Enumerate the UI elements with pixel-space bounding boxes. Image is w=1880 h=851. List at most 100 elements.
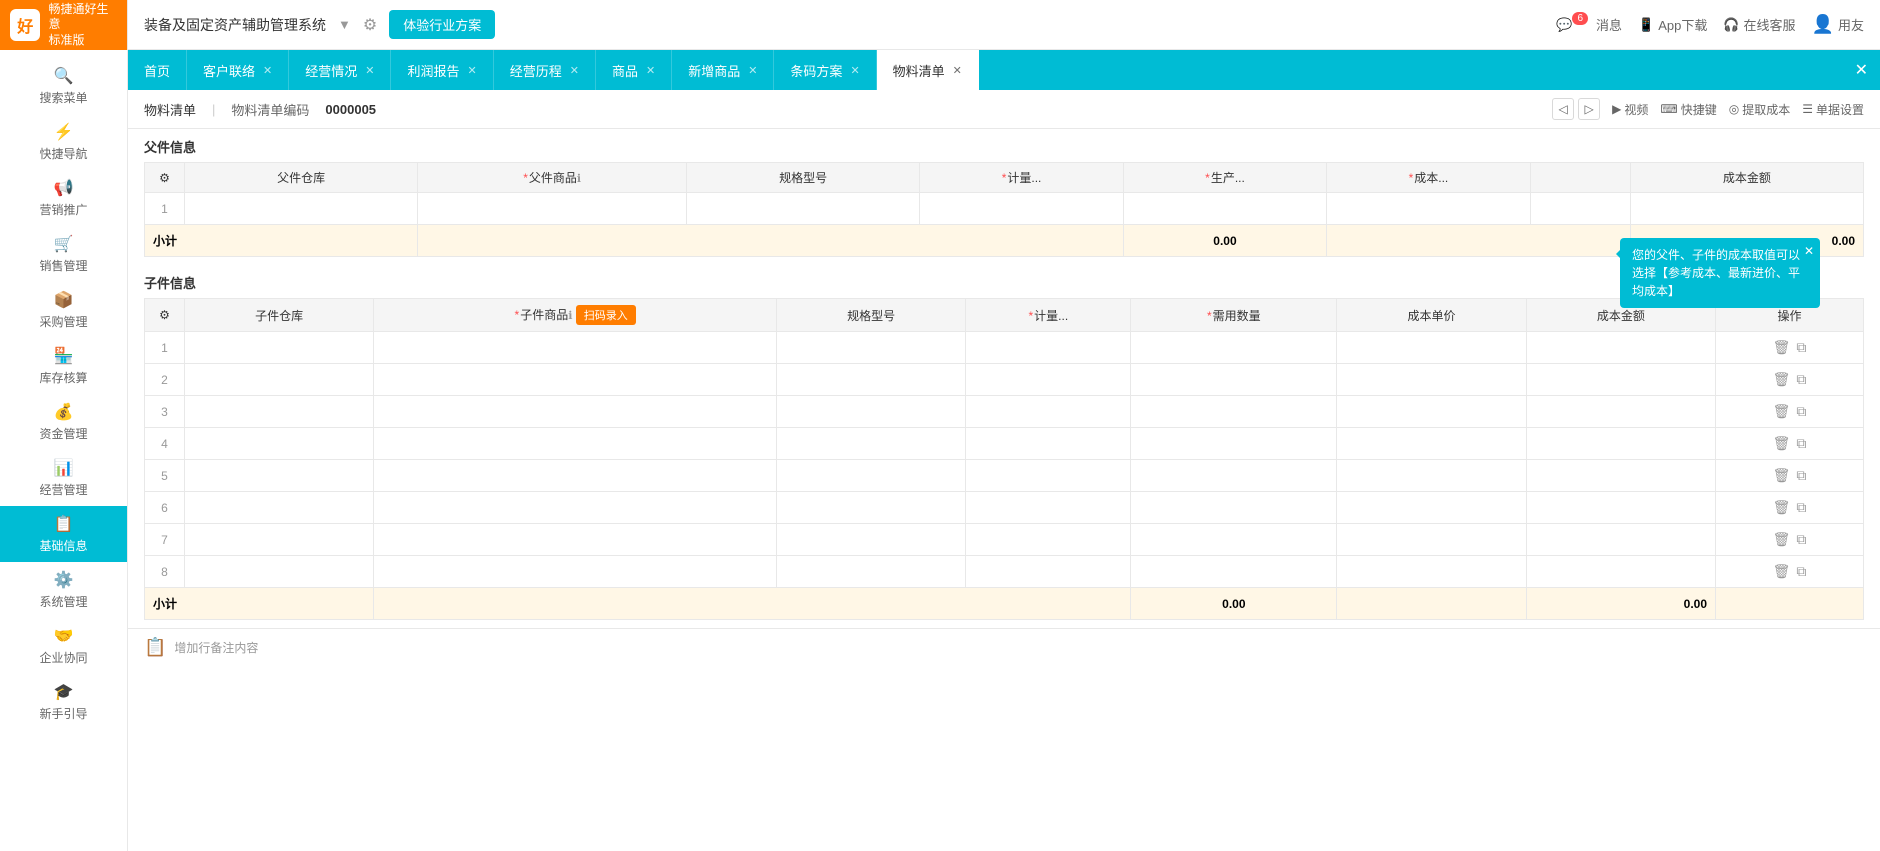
child-row-3-cost-amount[interactable]	[1526, 396, 1715, 428]
parent-row-1-cost[interactable]	[1327, 193, 1530, 225]
child-row-5-goods[interactable]	[374, 460, 777, 492]
child-row-6-cost-amount[interactable]	[1526, 492, 1715, 524]
child-row-7-needed-qty[interactable]	[1131, 524, 1337, 556]
sidebar-item-purchase[interactable]: 📦采购管理	[0, 282, 127, 338]
parent-row-1-cost-amount[interactable]	[1630, 193, 1863, 225]
child-row-6-delete-icon[interactable]: 🗑	[1773, 499, 1791, 516]
nav-tab-profit[interactable]: 利润报告✕	[391, 50, 493, 90]
nav-prev-button[interactable]: ◁	[1552, 98, 1574, 120]
sidebar-item-search[interactable]: 🔍搜索菜单	[0, 58, 127, 114]
child-row-6-goods[interactable]	[374, 492, 777, 524]
child-row-7-warehouse[interactable]	[185, 524, 374, 556]
child-row-5-needed-qty[interactable]	[1131, 460, 1337, 492]
child-row-5-cost-unit-price[interactable]	[1337, 460, 1526, 492]
sidebar-item-quick-nav[interactable]: ⚡快捷导航	[0, 114, 127, 170]
child-row-8-goods[interactable]	[374, 556, 777, 588]
child-row-7-copy-icon[interactable]: ⧉	[1796, 531, 1806, 548]
nav-tab-operations-status-close[interactable]: ✕	[365, 64, 374, 77]
nav-tab-customers[interactable]: 客户联络✕	[187, 50, 289, 90]
child-row-1-delete-icon[interactable]: 🗑	[1773, 339, 1791, 356]
nav-tab-bom[interactable]: 物料清单✕	[877, 50, 979, 90]
nav-tab-ops-history-close[interactable]: ✕	[570, 64, 579, 77]
sidebar-item-finance[interactable]: 💰资金管理	[0, 394, 127, 450]
nav-tab-new-goods[interactable]: 新增商品✕	[672, 50, 774, 90]
child-row-5-copy-icon[interactable]: ⧉	[1796, 467, 1806, 484]
child-row-8-spec[interactable]	[776, 556, 965, 588]
parent-row-1-spec[interactable]	[687, 193, 920, 225]
nav-tab-barcode[interactable]: 条码方案✕	[774, 50, 876, 90]
child-row-1-cost-unit-price[interactable]	[1337, 332, 1526, 364]
single-settings-button[interactable]: ☰ 单据设置	[1802, 101, 1864, 118]
sidebar-item-sales[interactable]: 🛒销售管理	[0, 226, 127, 282]
nav-close-all-button[interactable]: ✕	[1843, 60, 1880, 80]
child-row-6-copy-icon[interactable]: ⧉	[1796, 499, 1806, 516]
child-row-6-cost-unit-price[interactable]	[1337, 492, 1526, 524]
nav-tab-bom-close[interactable]: ✕	[953, 64, 962, 77]
child-row-6-warehouse[interactable]	[185, 492, 374, 524]
nav-tab-customers-close[interactable]: ✕	[263, 64, 272, 77]
parent-row-1-warehouse[interactable]	[185, 193, 418, 225]
child-row-5-spec[interactable]	[776, 460, 965, 492]
child-row-4-goods[interactable]	[374, 428, 777, 460]
child-row-7-goods[interactable]	[374, 524, 777, 556]
child-row-7-spec[interactable]	[776, 524, 965, 556]
child-row-1-copy-icon[interactable]: ⧉	[1796, 339, 1806, 356]
child-row-3-cost-unit-price[interactable]	[1337, 396, 1526, 428]
child-row-4-unit[interactable]	[966, 428, 1131, 460]
child-row-3-needed-qty[interactable]	[1131, 396, 1337, 428]
child-row-7-unit[interactable]	[966, 524, 1131, 556]
child-row-1-warehouse[interactable]	[185, 332, 374, 364]
child-row-8-delete-icon[interactable]: 🗑	[1773, 563, 1791, 580]
child-row-7-cost-amount[interactable]	[1526, 524, 1715, 556]
sidebar-item-operations[interactable]: 📊经营管理	[0, 450, 127, 506]
parent-row-1-goods[interactable]	[418, 193, 687, 225]
child-row-5-cost-amount[interactable]	[1526, 460, 1715, 492]
nav-tab-operations-status[interactable]: 经营情况✕	[289, 50, 391, 90]
child-row-6-spec[interactable]	[776, 492, 965, 524]
nav-tab-profit-close[interactable]: ✕	[468, 64, 477, 77]
dropdown-arrow-icon[interactable]: ▼	[338, 17, 351, 32]
nav-tab-barcode-close[interactable]: ✕	[850, 64, 859, 77]
sidebar-item-guide[interactable]: 🎓新手引导	[0, 674, 127, 730]
breadcrumb-bom[interactable]: 物料清单	[144, 100, 196, 119]
child-row-2-goods[interactable]	[374, 364, 777, 396]
view-button[interactable]: ▶ 视频	[1612, 101, 1648, 118]
child-row-4-warehouse[interactable]	[185, 428, 374, 460]
shortcut-button[interactable]: ⌨ 快捷键	[1660, 101, 1716, 118]
child-row-4-spec[interactable]	[776, 428, 965, 460]
child-row-2-warehouse[interactable]	[185, 364, 374, 396]
child-row-2-cost-amount[interactable]	[1526, 364, 1715, 396]
child-row-7-cost-unit-price[interactable]	[1337, 524, 1526, 556]
child-row-5-delete-icon[interactable]: 🗑	[1773, 467, 1791, 484]
child-row-8-unit[interactable]	[966, 556, 1131, 588]
child-row-2-spec[interactable]	[776, 364, 965, 396]
child-th-settings[interactable]: ⚙	[145, 299, 185, 332]
sidebar-item-marketing[interactable]: 📢营销推广	[0, 170, 127, 226]
extract-cost-button[interactable]: ◎ 提取成本	[1729, 101, 1791, 118]
child-row-1-goods[interactable]	[374, 332, 777, 364]
tooltip-close-button[interactable]: ✕	[1804, 242, 1814, 260]
online-service-item[interactable]: 🎧 在线客服	[1723, 15, 1795, 34]
sidebar-item-system[interactable]: ⚙️系统管理	[0, 562, 127, 618]
child-row-4-needed-qty[interactable]	[1131, 428, 1337, 460]
child-row-4-cost-unit-price[interactable]	[1337, 428, 1526, 460]
parent-row-1-unit[interactable]	[920, 193, 1123, 225]
child-row-1-cost-amount[interactable]	[1526, 332, 1715, 364]
settings-icon[interactable]: ⚙	[363, 15, 377, 35]
user-item[interactable]: 👤 用友	[1812, 14, 1864, 35]
scan-input-button[interactable]: 扫码录入	[576, 305, 636, 325]
child-row-1-spec[interactable]	[776, 332, 965, 364]
child-row-5-unit[interactable]	[966, 460, 1131, 492]
child-row-6-unit[interactable]	[966, 492, 1131, 524]
child-row-7-delete-icon[interactable]: 🗑	[1773, 531, 1791, 548]
child-row-3-spec[interactable]	[776, 396, 965, 428]
parent-row-1-production[interactable]	[1123, 193, 1326, 225]
sidebar-item-inventory[interactable]: 🏪库存核算	[0, 338, 127, 394]
nav-next-button[interactable]: ▷	[1578, 98, 1600, 120]
add-row-icon[interactable]: 📋	[144, 637, 166, 658]
child-row-3-goods[interactable]	[374, 396, 777, 428]
app-download-item[interactable]: 📱 App下载	[1638, 15, 1707, 34]
nav-tab-home[interactable]: 首页	[128, 50, 187, 90]
child-row-1-unit[interactable]	[966, 332, 1131, 364]
nav-tab-new-goods-close[interactable]: ✕	[748, 64, 757, 77]
